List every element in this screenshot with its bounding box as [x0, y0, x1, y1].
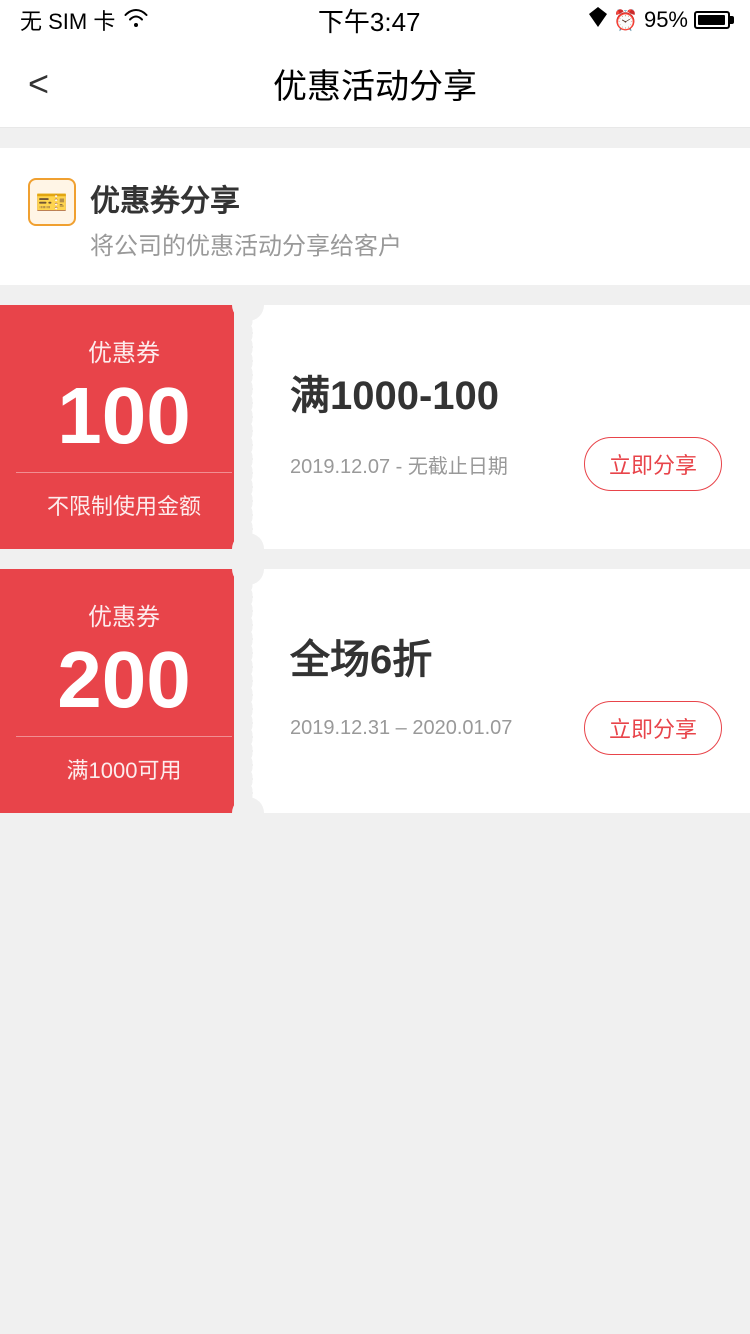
section-title: 优惠券分享: [90, 176, 402, 220]
section-icon: 🎫: [28, 178, 76, 226]
status-right: ⏰ 95%: [589, 7, 730, 33]
empty-area: [0, 833, 750, 1333]
coupon-condition-0: 不限制使用金额: [47, 489, 201, 521]
coupon-divider-0: [16, 472, 232, 473]
coupon-notch-top: [232, 289, 264, 321]
coupon-date-0: 2019.12.07 - 无截止日期: [290, 450, 508, 479]
coupon-notch-top: [232, 553, 264, 585]
coupon-right-1: 全场6折 2019.12.31 – 2020.01.07 立即分享: [248, 569, 750, 813]
coupon-meta-1: 2019.12.31 – 2020.01.07 立即分享: [290, 701, 722, 755]
page-title: 优惠活动分享: [273, 59, 477, 108]
status-time: 下午3:47: [318, 2, 421, 39]
section-header: 🎫 优惠券分享 将公司的优惠活动分享给客户: [0, 148, 750, 285]
coupon-amount-0: 100: [57, 376, 190, 456]
status-bar: 无 SIM 卡 下午3:47 ⏰ 95%: [0, 0, 750, 40]
battery-icon: [694, 11, 730, 29]
location-icon: [589, 7, 607, 33]
back-button[interactable]: <: [28, 63, 49, 105]
nav-bar: < 优惠活动分享: [0, 40, 750, 128]
coupon-left-0: 优惠券 100 不限制使用金额: [0, 305, 248, 549]
coupon-label-0: 优惠券: [88, 333, 160, 368]
carrier-text: 无 SIM 卡: [20, 4, 115, 36]
section-text: 优惠券分享 将公司的优惠活动分享给客户: [90, 176, 402, 261]
coupon-card: 优惠券 100 不限制使用金额 满1000-100 2019.12.07 - 无…: [0, 305, 750, 549]
coupon-card: 优惠券 200 满1000可用 全场6折 2019.12.31 – 2020.0…: [0, 569, 750, 813]
alarm-icon: ⏰: [613, 8, 638, 33]
coupon-divider-1: [16, 736, 232, 737]
coupon-right-0: 满1000-100 2019.12.07 - 无截止日期 立即分享: [248, 305, 750, 549]
coupon-notch-bottom: [232, 797, 264, 829]
coupon-name-0: 满1000-100: [290, 363, 722, 421]
coupon-condition-1: 满1000可用: [67, 753, 182, 785]
coupon-left-1: 优惠券 200 满1000可用: [0, 569, 248, 813]
coupon-meta-0: 2019.12.07 - 无截止日期 立即分享: [290, 437, 722, 491]
coupon-list: 优惠券 100 不限制使用金额 满1000-100 2019.12.07 - 无…: [0, 305, 750, 833]
share-button-1[interactable]: 立即分享: [584, 701, 722, 755]
coupon-amount-1: 200: [57, 640, 190, 720]
coupon-date-1: 2019.12.31 – 2020.01.07: [290, 717, 512, 740]
battery-percent: 95%: [644, 7, 688, 33]
share-button-0[interactable]: 立即分享: [584, 437, 722, 491]
section-subtitle: 将公司的优惠活动分享给客户: [90, 226, 402, 261]
wifi-icon: [123, 7, 149, 33]
status-left: 无 SIM 卡: [20, 4, 149, 36]
coupon-name-1: 全场6折: [290, 627, 722, 685]
coupon-label-1: 优惠券: [88, 597, 160, 632]
